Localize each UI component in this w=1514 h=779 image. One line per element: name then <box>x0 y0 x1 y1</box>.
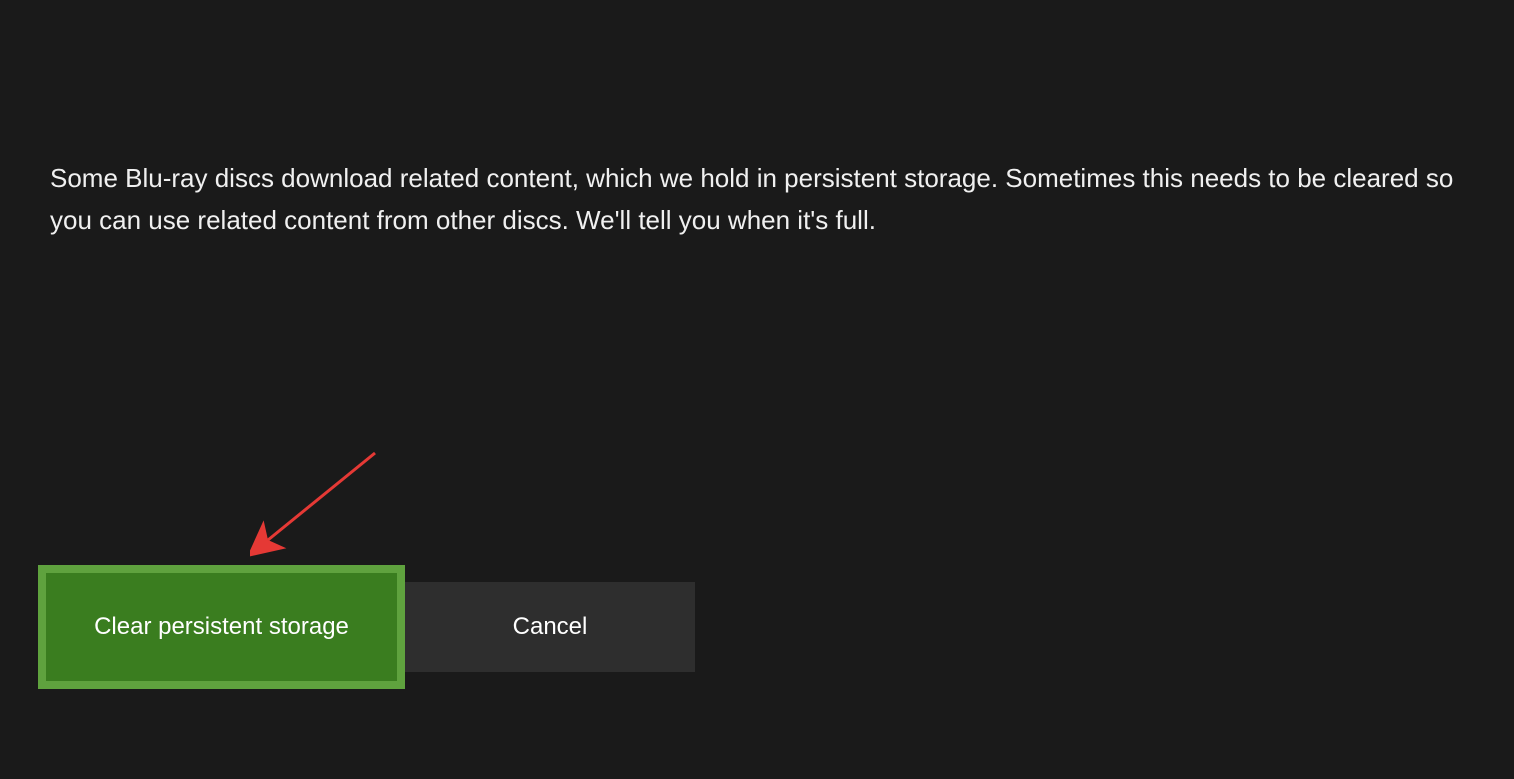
dialog-description: Some Blu-ray discs download related cont… <box>50 158 1500 241</box>
clear-persistent-storage-button[interactable]: Clear persistent storage <box>38 565 405 689</box>
cancel-button[interactable]: Cancel <box>405 582 695 672</box>
dialog-button-row: Clear persistent storage Cancel <box>38 565 695 689</box>
annotation-arrow-icon <box>250 448 390 558</box>
